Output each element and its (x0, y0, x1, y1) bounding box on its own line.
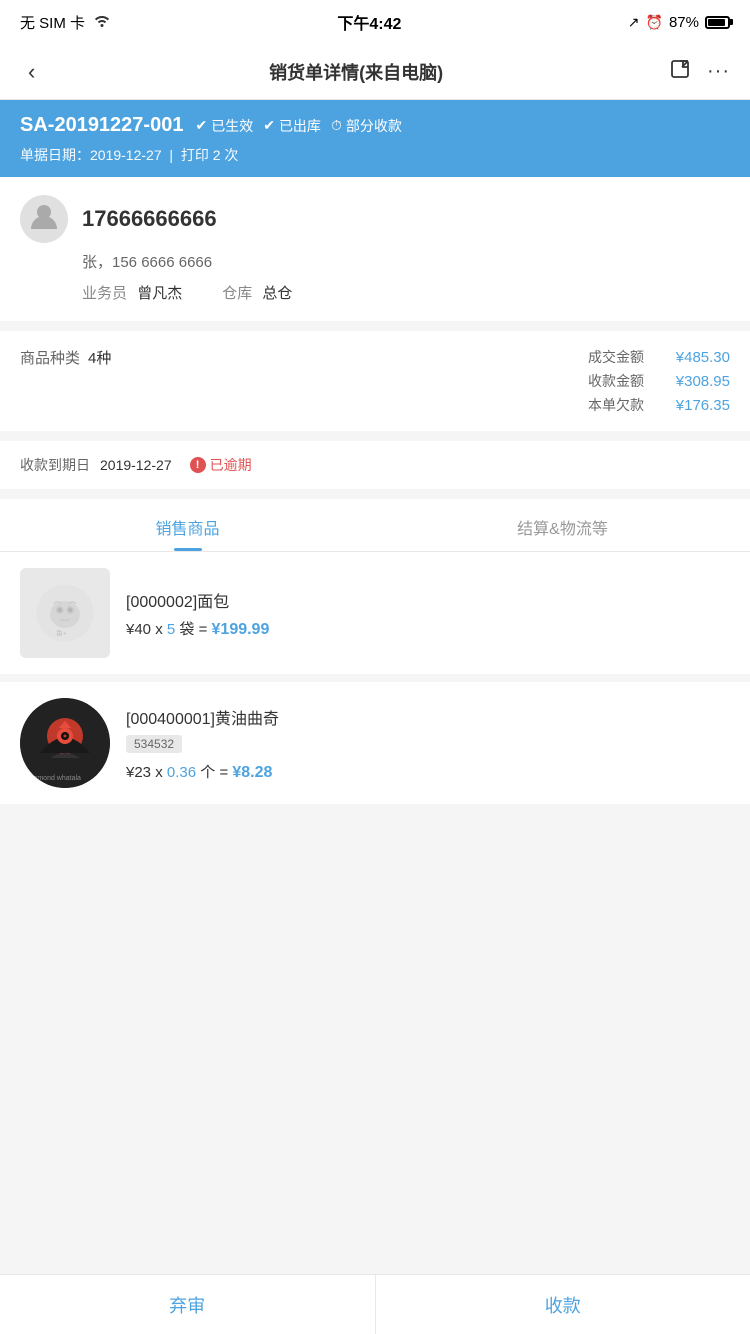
amount-info: 成交金额 ¥485.30 收款金额 ¥308.95 本单欠款 ¥176.35 (588, 347, 730, 415)
product-image-1: 鱼+ (35, 583, 95, 643)
order-header: SA-20191227-001 ✔ 已生效 ✔ 已出库 ⏱ 部分收款 单据日期：… (0, 100, 750, 177)
product-price-2: ¥23 x 0.36 个 = ¥8.28 (126, 761, 730, 782)
product-sku-2: 534532 (126, 735, 730, 761)
status-badge-partial: ⏱ 部分收款 (331, 116, 402, 136)
divider-3 (0, 491, 750, 499)
customer-name-phone: 张，156 6666 6666 (20, 251, 730, 272)
share-button[interactable] (669, 58, 691, 86)
wifi-icon (93, 13, 111, 31)
payment-label: 收款金额 (588, 371, 644, 391)
product-info-1: [0000002]面包 ¥40 x 5 袋 = ¥199.99 (126, 588, 730, 639)
status-time: 下午4:42 (337, 10, 401, 34)
product-name-1: [0000002]面包 (126, 588, 730, 612)
nav-actions: ··· (669, 58, 730, 86)
more-button[interactable]: ··· (707, 60, 730, 83)
collect-payment-button[interactable]: 收款 (376, 1275, 750, 1334)
check-icon-2: ✔ (263, 117, 275, 134)
bottom-spacer (0, 812, 750, 880)
tab-settlement[interactable]: 结算&物流等 (375, 499, 750, 551)
check-icon-1: ✔ (195, 117, 207, 134)
customer-meta: 业务员 曾凡杰 仓库 总仓 (20, 282, 730, 303)
summary-section: 商品种类 4种 成交金额 ¥485.30 收款金额 ¥308.95 本单欠款 ¥… (0, 331, 750, 431)
divider-1 (0, 323, 750, 331)
due-label: 收款到期日 (20, 455, 90, 475)
overdue-icon: ! (190, 457, 206, 473)
avatar (20, 195, 68, 243)
user-icon (29, 201, 59, 238)
status-bar: 无 SIM 卡 下午4:42 ↗ ⏰ 87% (0, 0, 750, 44)
page-title: 销货单详情(来自电脑) (269, 59, 443, 85)
product-item-2: diamond whatala [000400001]黄油曲奇 534532 ¥… (0, 682, 750, 804)
status-badge-shipped: ✔ 已出库 (263, 116, 321, 136)
due-date: 2019-12-27 (100, 457, 172, 473)
order-id: SA-20191227-001 (20, 114, 183, 137)
alarm-icon: ⏰ (646, 14, 663, 31)
product-info-2: [000400001]黄油曲奇 534532 ¥23 x 0.36 个 = ¥8… (126, 705, 730, 782)
tab-bar: 销售商品 结算&物流等 (0, 499, 750, 552)
customer-row: 17666666666 (20, 195, 730, 243)
products-list: 鱼+ [0000002]面包 ¥40 x 5 袋 = ¥199.99 (0, 552, 750, 880)
tab-sales[interactable]: 销售商品 (0, 499, 375, 551)
status-badge-active: ✔ 已生效 (195, 116, 253, 136)
back-button[interactable]: ‹ (20, 51, 43, 93)
payment-amount: ¥308.95 (660, 373, 730, 390)
transaction-label: 成交金额 (588, 347, 644, 367)
category-info: 商品种类 4种 (20, 347, 111, 368)
warehouse-info: 仓库 总仓 (222, 282, 292, 303)
svg-text:鱼+: 鱼+ (56, 629, 67, 638)
payment-row: 收款金额 ¥308.95 (588, 371, 730, 391)
overdue-badge: ! 已逾期 (190, 455, 252, 475)
divider-2 (0, 433, 750, 441)
product-name-2: [000400001]黄油曲奇 (126, 705, 730, 729)
product-thumb-1: 鱼+ (20, 568, 110, 658)
location-icon: ↗ (628, 14, 640, 31)
order-status-badges: ✔ 已生效 ✔ 已出库 ⏱ 部分收款 (195, 116, 401, 136)
product-image-2: diamond whatala (20, 698, 110, 788)
customer-phone: 17666666666 (82, 206, 217, 232)
category-count: 4种 (88, 347, 111, 368)
transaction-row: 成交金额 ¥485.30 (588, 347, 730, 367)
due-section: 收款到期日 2019-12-27 ! 已逾期 (0, 441, 750, 489)
status-left: 无 SIM 卡 (20, 12, 111, 33)
clock-icon: ⏱ (331, 117, 342, 134)
salesman-info: 业务员 曾凡杰 (82, 282, 182, 303)
carrier-text: 无 SIM 卡 (20, 12, 85, 33)
owed-row: 本单欠款 ¥176.35 (588, 395, 730, 415)
abandon-review-button[interactable]: 弃审 (0, 1275, 376, 1334)
bottom-bar: 弃审 收款 (0, 1274, 750, 1334)
nav-bar: ‹ 销货单详情(来自电脑) ··· (0, 44, 750, 100)
product-item: 鱼+ [0000002]面包 ¥40 x 5 袋 = ¥199.99 (0, 552, 750, 674)
status-right: ↗ ⏰ 87% (628, 14, 730, 31)
product-price-1: ¥40 x 5 袋 = ¥199.99 (126, 618, 730, 639)
svg-text:diamond whatala: diamond whatala (28, 775, 81, 782)
battery-percent: 87% (669, 14, 699, 31)
product-thumb-2: diamond whatala (20, 698, 110, 788)
owed-label: 本单欠款 (588, 395, 644, 415)
order-date: 单据日期：2019-12-27 | 打印 2 次 (20, 145, 730, 165)
owed-amount: ¥176.35 (660, 397, 730, 414)
transaction-amount: ¥485.30 (660, 349, 730, 366)
battery-icon (705, 16, 730, 29)
customer-section: 17666666666 张，156 6666 6666 业务员 曾凡杰 仓库 总… (0, 177, 750, 321)
category-label: 商品种类 (20, 347, 80, 368)
overdue-text: 已逾期 (210, 455, 252, 475)
